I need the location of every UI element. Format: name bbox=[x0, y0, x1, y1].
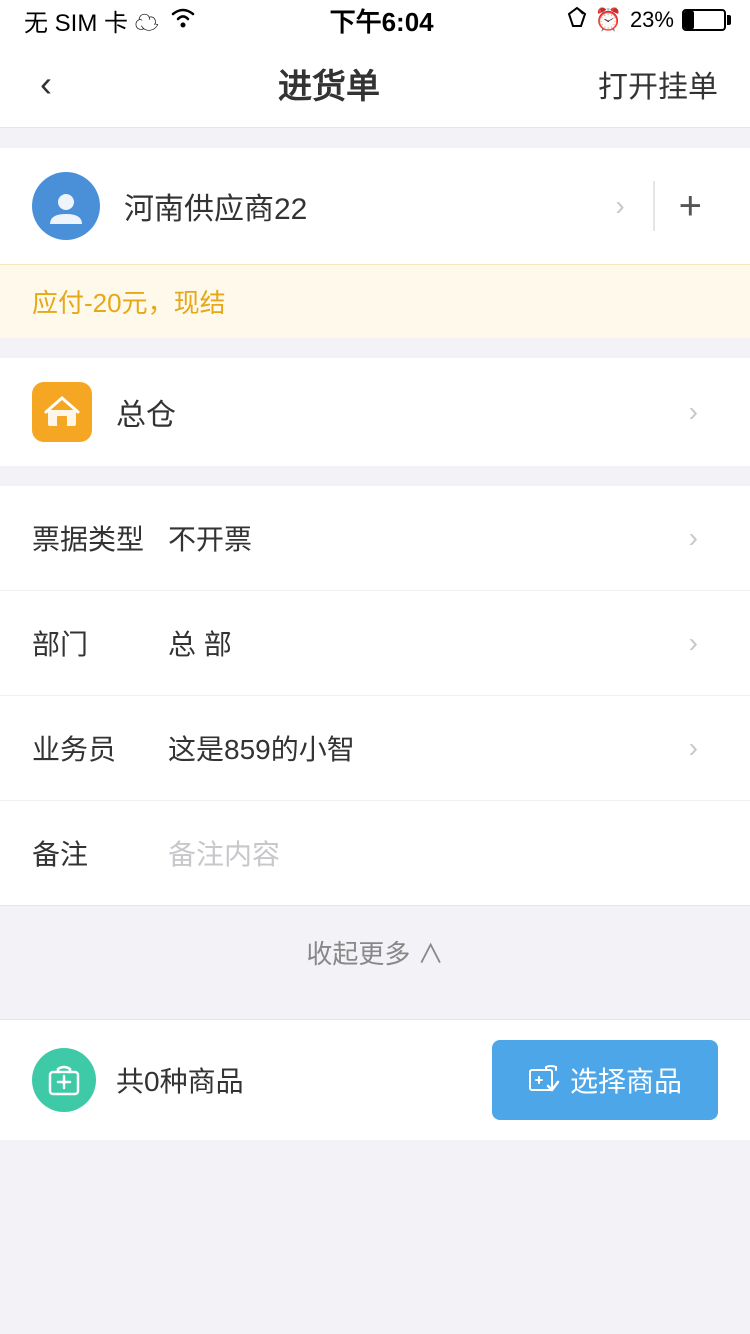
remark-label: 备注 bbox=[32, 833, 152, 873]
battery-percent: 23% bbox=[630, 7, 674, 33]
product-icon bbox=[32, 1048, 96, 1112]
warehouse-card[interactable]: 总仓 › bbox=[0, 358, 750, 466]
remark-input[interactable]: 备注内容 bbox=[168, 833, 718, 873]
sim-label: 无 SIM 卡 ☁ bbox=[24, 3, 159, 38]
battery-icon bbox=[682, 9, 726, 31]
invoice-value: 不开票 bbox=[168, 518, 689, 558]
open-pending-button[interactable]: 打开挂单 bbox=[598, 62, 718, 106]
gap-2 bbox=[0, 338, 750, 358]
supplier-avatar bbox=[32, 172, 100, 240]
nav-bar: ‹ 进货单 打开挂单 bbox=[0, 40, 750, 128]
divider bbox=[653, 181, 655, 231]
remark-row[interactable]: 备注 备注内容 bbox=[0, 800, 750, 905]
collapse-row[interactable]: 收起更多 ∧ bbox=[0, 905, 750, 999]
product-count-label: 共0种商品 bbox=[116, 1060, 492, 1100]
alarm-icon: ⏰ bbox=[595, 7, 622, 33]
salesperson-chevron-icon: › bbox=[689, 732, 698, 764]
location-icon bbox=[567, 6, 587, 34]
form-card: 票据类型 不开票 › 部门 总 部 › 业务员 这是859的小智 › 备注 备注… bbox=[0, 486, 750, 999]
wifi-icon bbox=[169, 6, 197, 35]
warehouse-name: 总仓 bbox=[116, 390, 689, 434]
supplier-chevron-icon: › bbox=[615, 190, 624, 222]
department-chevron-icon: › bbox=[689, 627, 698, 659]
status-bar: 无 SIM 卡 ☁ 下午6:04 ⏰ 23% bbox=[0, 0, 750, 40]
status-left: 无 SIM 卡 ☁ bbox=[24, 3, 197, 38]
warehouse-chevron-icon: › bbox=[689, 396, 698, 428]
gap-3 bbox=[0, 466, 750, 486]
warehouse-icon bbox=[32, 382, 92, 442]
department-value: 总 部 bbox=[168, 623, 689, 663]
invoice-row[interactable]: 票据类型 不开票 › bbox=[0, 486, 750, 590]
back-button[interactable]: ‹ bbox=[32, 55, 60, 113]
gap-4 bbox=[0, 999, 750, 1019]
page-content: 河南供应商22 › + 应付-20元，现结 总仓 › 票据类型 不开 bbox=[0, 128, 750, 1334]
department-row[interactable]: 部门 总 部 › bbox=[0, 590, 750, 695]
invoice-label: 票据类型 bbox=[32, 518, 152, 558]
supplier-alert: 应付-20元，现结 bbox=[0, 264, 750, 338]
department-label: 部门 bbox=[32, 623, 152, 663]
salesperson-row[interactable]: 业务员 这是859的小智 › bbox=[0, 695, 750, 800]
status-right: ⏰ 23% bbox=[567, 6, 726, 34]
gap-1 bbox=[0, 128, 750, 148]
salesperson-label: 业务员 bbox=[32, 728, 152, 768]
warehouse-row[interactable]: 总仓 › bbox=[0, 358, 750, 466]
invoice-chevron-icon: › bbox=[689, 522, 698, 554]
supplier-name: 河南供应商22 bbox=[124, 184, 615, 228]
page-title: 进货单 bbox=[278, 59, 380, 108]
select-product-label: 选择商品 bbox=[570, 1060, 682, 1100]
add-supplier-button[interactable]: + bbox=[663, 184, 718, 229]
select-product-button[interactable]: 选择商品 bbox=[492, 1040, 718, 1120]
salesperson-value: 这是859的小智 bbox=[168, 728, 689, 768]
status-time: 下午6:04 bbox=[330, 2, 434, 39]
bottom-bar: 共0种商品 选择商品 bbox=[0, 1019, 750, 1140]
supplier-card: 河南供应商22 › + 应付-20元，现结 bbox=[0, 148, 750, 338]
supplier-row[interactable]: 河南供应商22 › + bbox=[0, 148, 750, 264]
collapse-label: 收起更多 ∧ bbox=[306, 934, 443, 971]
